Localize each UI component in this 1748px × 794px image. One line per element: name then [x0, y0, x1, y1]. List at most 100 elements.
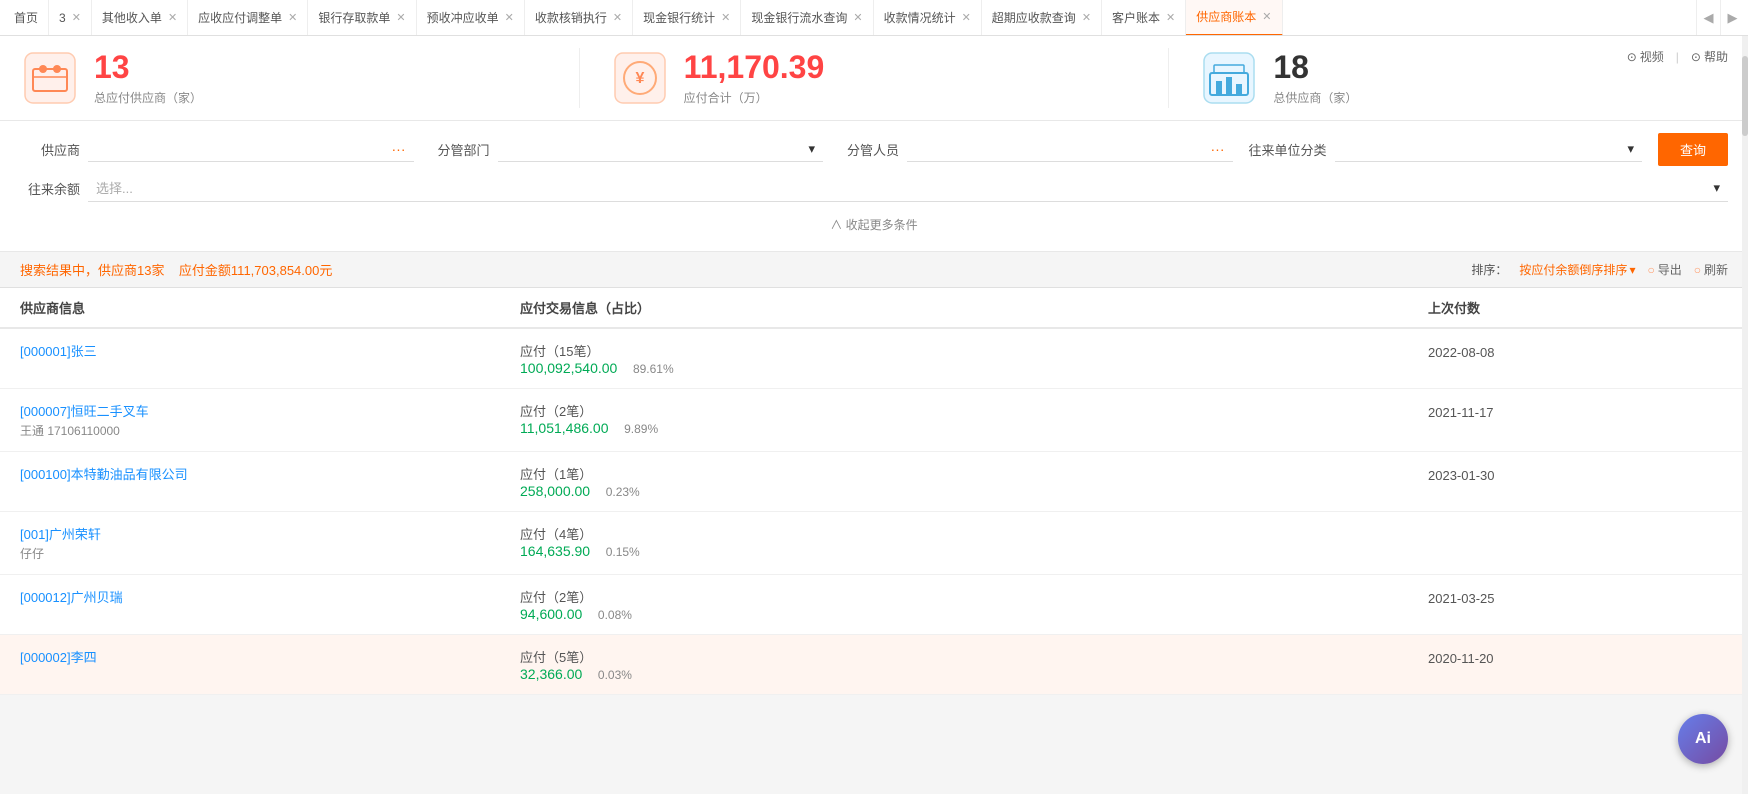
close-icon[interactable]: ✕: [613, 11, 622, 24]
total-suppliers-label: 总供应商（家）: [1273, 89, 1357, 106]
total-suppliers-text: 18 总供应商（家）: [1273, 50, 1357, 106]
header-actions: ⊙ 视频 | ⊙ 帮助: [1627, 48, 1728, 65]
close-icon[interactable]: ✕: [1082, 11, 1091, 24]
ai-button[interactable]: Ai: [1678, 714, 1728, 764]
category-select[interactable]: ▾: [1335, 137, 1642, 162]
supplier-cell: [000012]广州贝瑞: [20, 587, 520, 606]
supplier-sub: 仔仔: [20, 545, 520, 562]
transaction-amount[interactable]: 100,092,540.00: [520, 360, 617, 376]
query-button[interactable]: 查询: [1658, 133, 1728, 166]
result-info: 搜索结果中，供应商13家 应付金额111,703,854.00元: [20, 260, 332, 279]
transaction-cell: 应付（15笔） 100,092,540.00 89.61%: [520, 341, 1428, 376]
close-icon[interactable]: ✕: [853, 11, 862, 24]
transaction-percent: 0.08%: [598, 608, 632, 622]
supplier-cell: [001]广州荣轩 仔仔: [20, 524, 520, 562]
transaction-amount[interactable]: 32,366.00: [520, 666, 582, 682]
svg-text:¥: ¥: [635, 70, 644, 87]
transaction-amount[interactable]: 94,600.00: [520, 606, 582, 622]
dept-select[interactable]: ▾: [498, 137, 824, 162]
close-icon[interactable]: ✕: [168, 11, 177, 24]
export-button[interactable]: ○ 导出: [1647, 261, 1681, 278]
supplier-link[interactable]: [000012]广州贝瑞: [20, 590, 123, 605]
person-input[interactable]: ···: [907, 137, 1233, 162]
payable-amount-number: 11,170.39: [684, 50, 825, 85]
transaction-label: 应付（2笔）: [520, 401, 1428, 420]
close-icon[interactable]: ✕: [721, 11, 730, 24]
last-payment-cell: 2022-08-08: [1428, 341, 1728, 360]
top-nav: 首页 3 ✕ 其他收入单 ✕ 应收应付调整单 ✕ 银行存取款单 ✕ 预收冲应收单…: [0, 0, 1748, 36]
transaction-label: 应付（1笔）: [520, 464, 1428, 483]
balance-select[interactable]: 选择... ▾: [88, 174, 1728, 202]
chevron-down-icon-3: ▾: [1713, 180, 1720, 196]
supplier-link[interactable]: [000001]张三: [20, 344, 97, 359]
scrollbar[interactable]: [1742, 36, 1748, 794]
transaction-cell: 应付（1笔） 258,000.00 0.23%: [520, 464, 1428, 499]
supplier-link[interactable]: [000100]本特勤油品有限公司: [20, 467, 188, 482]
close-icon[interactable]: ✕: [1262, 10, 1271, 23]
tab-customer-ledger[interactable]: 客户账本 ✕: [1102, 0, 1186, 36]
payable-amount-label: 应付合计（万）: [684, 89, 825, 106]
col-last-payment: 上次付数: [1428, 298, 1728, 317]
chevron-up-icon: ∧: [830, 218, 842, 232]
sort-select[interactable]: 按应付余额倒序排序 ▾: [1519, 261, 1635, 278]
collapse-bar[interactable]: ∧ 收起更多条件: [20, 210, 1728, 239]
transaction-percent: 89.61%: [633, 362, 674, 376]
tab-cash-bank-stat[interactable]: 现金银行统计 ✕: [633, 0, 741, 36]
tab-overdue-ar[interactable]: 超期应收款查询 ✕: [982, 0, 1102, 36]
supplier-link[interactable]: [000007]恒旺二手叉车: [20, 404, 149, 419]
close-icon[interactable]: ✕: [1166, 11, 1175, 24]
tab-supplier-ledger[interactable]: 供应商账本 ✕: [1186, 0, 1282, 36]
supplier-link[interactable]: [000002]李四: [20, 650, 97, 665]
person-filter: 分管人员 ···: [839, 137, 1233, 162]
tab-collection-verify[interactable]: 收款核销执行 ✕: [525, 0, 633, 36]
transaction-amount[interactable]: 164,635.90: [520, 543, 590, 559]
payable-suppliers-text: 13 总应付供应商（家）: [94, 50, 202, 106]
transaction-label: 应付（4笔）: [520, 524, 1428, 543]
tab-ar-ap-adjust[interactable]: 应收应付调整单 ✕: [188, 0, 308, 36]
export-icon: ○: [1647, 263, 1654, 277]
col-transaction-info: 应付交易信息（占比）: [520, 298, 1428, 317]
tab-bank-deposit[interactable]: 银行存取款单 ✕: [308, 0, 416, 36]
supplier-sub: 王通 17106110000: [20, 422, 520, 439]
nav-prev-arrow[interactable]: ◀: [1696, 0, 1720, 36]
ai-label: Ai: [1695, 730, 1711, 748]
dept-filter: 分管部门 ▾: [430, 137, 824, 162]
nav-next-arrow[interactable]: ▶: [1720, 0, 1744, 36]
supplier-cell: [000001]张三: [20, 341, 520, 360]
tab-other-income[interactable]: 其他收入单 ✕: [92, 0, 188, 36]
refresh-button[interactable]: ○ 刷新: [1694, 261, 1728, 278]
category-filter: 往来单位分类 ▾: [1249, 137, 1643, 162]
tab-collection-stat[interactable]: 收款情况统计 ✕: [874, 0, 982, 36]
transaction-amount[interactable]: 11,051,486.00: [520, 420, 609, 436]
tab-cash-flow-query[interactable]: 现金银行流水查询 ✕: [741, 0, 873, 36]
data-table: 供应商信息 应付交易信息（占比） 上次付数 [000001]张三 应付（15笔）…: [0, 288, 1748, 695]
tab-home[interactable]: 首页: [4, 0, 49, 36]
total-suppliers-icon: [1199, 48, 1259, 108]
supplier-link[interactable]: [001]广州荣轩: [20, 527, 101, 542]
table-row: [000007]恒旺二手叉车 王通 17106110000 应付（2笔） 11,…: [0, 389, 1748, 452]
table-row: [001]广州荣轩 仔仔 应付（4笔） 164,635.90 0.15%: [0, 512, 1748, 575]
scrollbar-thumb[interactable]: [1742, 56, 1748, 136]
table-row: [000001]张三 应付（15笔） 100,092,540.00 89.61%…: [0, 329, 1748, 389]
transaction-label: 应付（2笔）: [520, 587, 1428, 606]
close-icon[interactable]: ✕: [505, 11, 514, 24]
transaction-percent: 0.03%: [598, 668, 632, 682]
transaction-amount[interactable]: 258,000.00: [520, 483, 590, 499]
close-icon[interactable]: ✕: [396, 11, 405, 24]
close-icon[interactable]: ✕: [962, 11, 971, 24]
supplier-cell: [000002]李四: [20, 647, 520, 666]
chevron-down-icon-4: ▾: [1629, 263, 1635, 277]
transaction-percent: 0.15%: [606, 545, 640, 559]
close-icon[interactable]: ✕: [288, 11, 297, 24]
help-btn[interactable]: ⊙ 帮助: [1691, 48, 1728, 65]
last-payment-cell: 2021-03-25: [1428, 587, 1728, 606]
payable-amount-text: 11,170.39 应付合计（万）: [684, 50, 825, 106]
tab-3[interactable]: 3 ✕: [49, 0, 92, 36]
supplier-input[interactable]: ···: [88, 137, 414, 162]
supplier-label: 供应商: [20, 140, 80, 159]
balance-filter: 往来余额 选择... ▾: [20, 174, 1728, 202]
supplier-filter: 供应商 ···: [20, 137, 414, 162]
video-btn[interactable]: ⊙ 视频: [1627, 48, 1664, 65]
tab-prepaid-offset[interactable]: 预收冲应收单 ✕: [417, 0, 525, 36]
close-icon[interactable]: ✕: [72, 11, 81, 24]
